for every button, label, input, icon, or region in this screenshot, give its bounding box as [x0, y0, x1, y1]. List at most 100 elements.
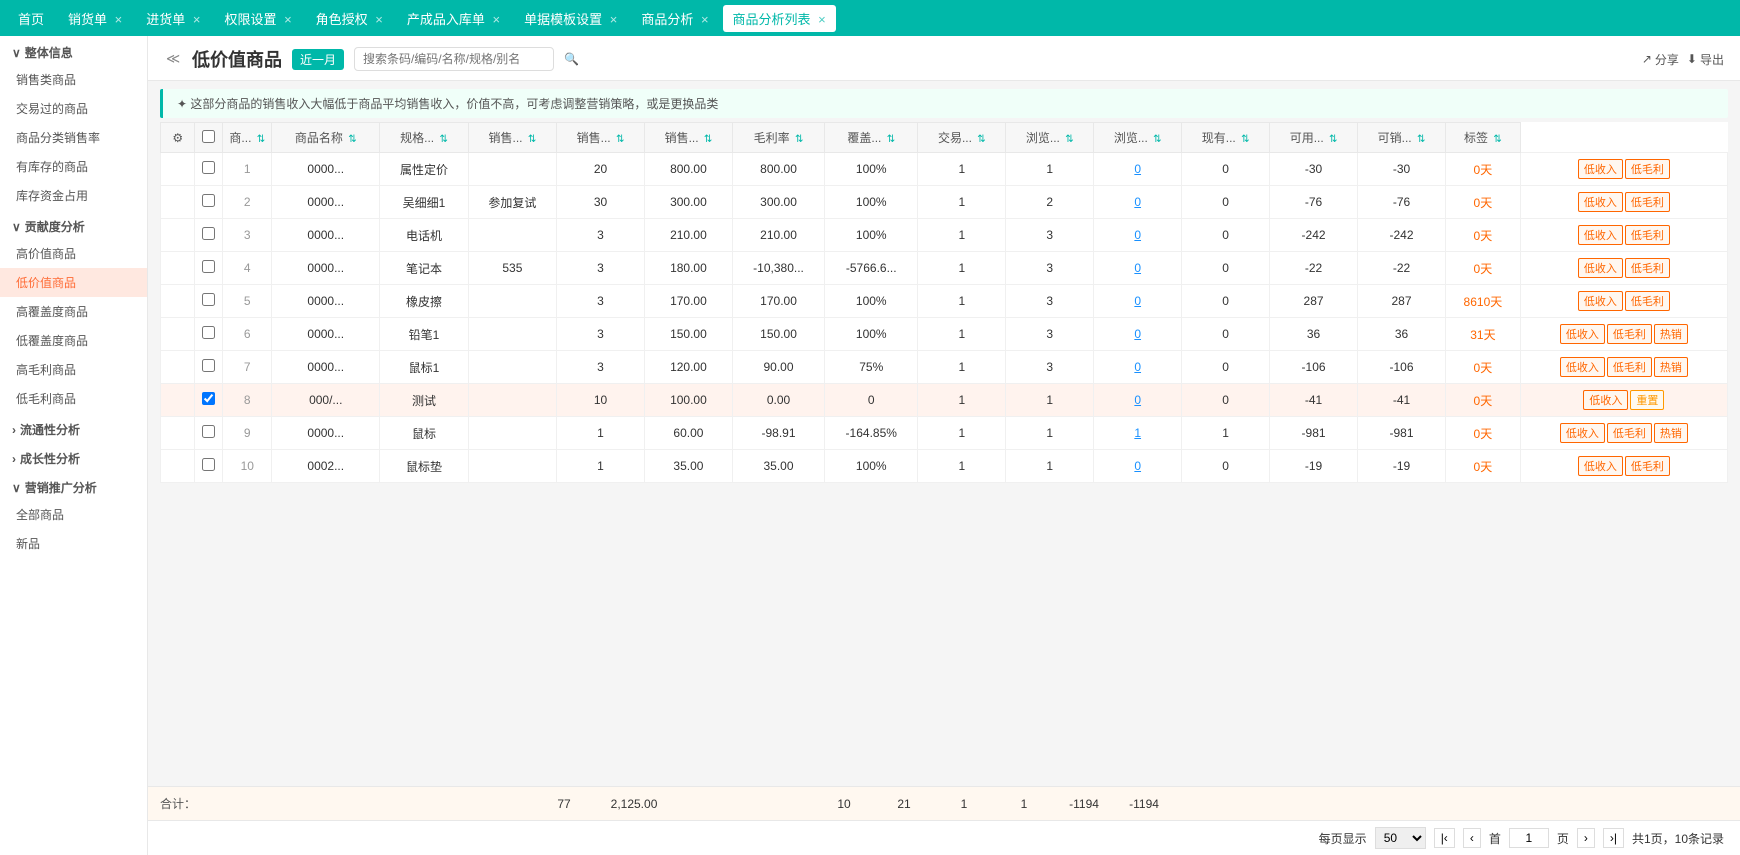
col-code[interactable]: 商... ⇅: [223, 123, 272, 153]
row-checkbox-cell[interactable]: [195, 186, 223, 219]
view1-link[interactable]: 0: [1134, 294, 1141, 308]
sidebar-item-high-value[interactable]: 高价值商品: [0, 239, 147, 268]
row-checkbox-cell[interactable]: [195, 450, 223, 483]
sidebar-group-flow[interactable]: › 流通性分析: [0, 413, 147, 442]
last-page-button[interactable]: ›|: [1603, 828, 1624, 848]
nav-tab-permission[interactable]: 权限设置 ×: [214, 5, 301, 32]
close-icon[interactable]: ×: [284, 12, 292, 27]
sidebar-item-low-margin[interactable]: 低毛利商品: [0, 384, 147, 413]
row-settings-cell[interactable]: [161, 417, 195, 450]
col-name[interactable]: 商品名称 ⇅: [272, 123, 380, 153]
row-settings-cell[interactable]: [161, 252, 195, 285]
row-checkbox[interactable]: [202, 326, 215, 339]
sidebar-item-all-goods[interactable]: 全部商品: [0, 500, 147, 529]
nav-tab-analysis-list[interactable]: 商品分析列表 ×: [723, 5, 836, 32]
prev-page-button[interactable]: ‹: [1463, 828, 1481, 848]
close-icon[interactable]: ×: [115, 12, 123, 27]
row-checkbox-cell[interactable]: [195, 285, 223, 318]
col-sale-qty[interactable]: 销售... ⇅: [468, 123, 556, 153]
search-input[interactable]: [354, 47, 554, 71]
col-saleable[interactable]: 可销... ⇅: [1358, 123, 1446, 153]
close-icon[interactable]: ×: [610, 12, 618, 27]
col-sale-amt[interactable]: 销售... ⇅: [557, 123, 645, 153]
view1-link[interactable]: 0: [1134, 459, 1141, 473]
sidebar-collapse-button[interactable]: ≪: [164, 49, 182, 69]
col-coverage[interactable]: 覆盖... ⇅: [825, 123, 918, 153]
col-trade[interactable]: 交易... ⇅: [918, 123, 1006, 153]
col-margin[interactable]: 毛利率 ⇅: [732, 123, 824, 153]
sidebar-item-stock-capital[interactable]: 库存资金占用: [0, 181, 147, 210]
row-settings-cell[interactable]: [161, 285, 195, 318]
row-checkbox-cell[interactable]: [195, 252, 223, 285]
row-checkbox[interactable]: [202, 293, 215, 306]
sidebar-group-growth[interactable]: › 成长性分析: [0, 442, 147, 471]
nav-tab-template[interactable]: 单据模板设置 ×: [514, 5, 627, 32]
row-checkbox[interactable]: [202, 392, 215, 405]
close-icon[interactable]: ×: [818, 12, 826, 27]
sidebar-item-low-value[interactable]: 低价值商品: [0, 268, 147, 297]
sidebar-group-marketing[interactable]: ∨ 营销推广分析: [0, 471, 147, 500]
sidebar-item-category-rate[interactable]: 商品分类销售率: [0, 123, 147, 152]
select-all-checkbox[interactable]: [202, 130, 215, 143]
nav-tab-role[interactable]: 角色授权 ×: [306, 5, 393, 32]
sidebar-item-high-coverage[interactable]: 高覆盖度商品: [0, 297, 147, 326]
close-icon[interactable]: ×: [701, 12, 709, 27]
view1-link[interactable]: 0: [1134, 393, 1141, 407]
sidebar-item-high-margin[interactable]: 高毛利商品: [0, 355, 147, 384]
close-icon[interactable]: ×: [375, 12, 383, 27]
row-checkbox[interactable]: [202, 425, 215, 438]
row-checkbox[interactable]: [202, 359, 215, 372]
col-checkbox[interactable]: [195, 123, 223, 153]
nav-tab-analysis[interactable]: 商品分析 ×: [631, 5, 718, 32]
col-sale-price[interactable]: 销售... ⇅: [644, 123, 732, 153]
col-tags[interactable]: 标签 ⇅: [1445, 123, 1520, 153]
col-view1[interactable]: 浏览... ⇅: [1006, 123, 1094, 153]
row-settings-cell[interactable]: [161, 384, 195, 417]
row-settings-cell[interactable]: [161, 450, 195, 483]
col-spec[interactable]: 规格... ⇅: [380, 123, 468, 153]
nav-tab-inbound[interactable]: 产成品入库单 ×: [397, 5, 510, 32]
sidebar-item-sales-goods[interactable]: 销售类商品: [0, 65, 147, 94]
nav-tab-purchase[interactable]: 进货单 ×: [136, 5, 210, 32]
sidebar-group-contribution[interactable]: ∨ 贡献度分析: [0, 210, 147, 239]
row-checkbox-cell[interactable]: [195, 153, 223, 186]
col-stock[interactable]: 现有... ⇅: [1182, 123, 1270, 153]
first-page-button[interactable]: |‹: [1434, 828, 1455, 848]
col-view2[interactable]: 浏览... ⇅: [1094, 123, 1182, 153]
page-input[interactable]: [1509, 828, 1549, 848]
view1-link[interactable]: 0: [1134, 327, 1141, 341]
sidebar-item-new-goods[interactable]: 新品: [0, 529, 147, 558]
row-settings-cell[interactable]: [161, 351, 195, 384]
col-available[interactable]: 可用... ⇅: [1270, 123, 1358, 153]
row-checkbox-cell[interactable]: [195, 318, 223, 351]
row-checkbox[interactable]: [202, 458, 215, 471]
view1-link[interactable]: 0: [1134, 360, 1141, 374]
nav-tab-sales[interactable]: 销货单 ×: [58, 5, 132, 32]
row-settings-cell[interactable]: [161, 186, 195, 219]
row-checkbox-cell[interactable]: [195, 384, 223, 417]
row-settings-cell[interactable]: [161, 219, 195, 252]
nav-tab-home[interactable]: 首页: [8, 5, 54, 32]
sidebar-group-overall[interactable]: ∨ 整体信息: [0, 36, 147, 65]
per-page-select[interactable]: 50 100 200: [1375, 827, 1426, 849]
row-checkbox[interactable]: [202, 194, 215, 207]
share-button[interactable]: ↗ 分享: [1642, 51, 1679, 68]
search-icon[interactable]: 🔍: [564, 52, 579, 66]
filter-tag-recent[interactable]: 近一月: [292, 49, 344, 70]
view1-link[interactable]: 0: [1134, 195, 1141, 209]
row-checkbox[interactable]: [202, 161, 215, 174]
col-settings[interactable]: ⚙: [161, 123, 195, 153]
row-checkbox-cell[interactable]: [195, 219, 223, 252]
export-button[interactable]: ⬇ 导出: [1687, 51, 1724, 68]
row-checkbox-cell[interactable]: [195, 417, 223, 450]
sidebar-item-stock-goods[interactable]: 有库存的商品: [0, 152, 147, 181]
row-settings-cell[interactable]: [161, 318, 195, 351]
view1-link[interactable]: 0: [1134, 261, 1141, 275]
row-checkbox[interactable]: [202, 227, 215, 240]
view1-link[interactable]: 1: [1134, 426, 1141, 440]
view1-link[interactable]: 0: [1134, 162, 1141, 176]
next-page-button[interactable]: ›: [1577, 828, 1595, 848]
close-icon[interactable]: ×: [493, 12, 501, 27]
row-checkbox[interactable]: [202, 260, 215, 273]
close-icon[interactable]: ×: [193, 12, 201, 27]
